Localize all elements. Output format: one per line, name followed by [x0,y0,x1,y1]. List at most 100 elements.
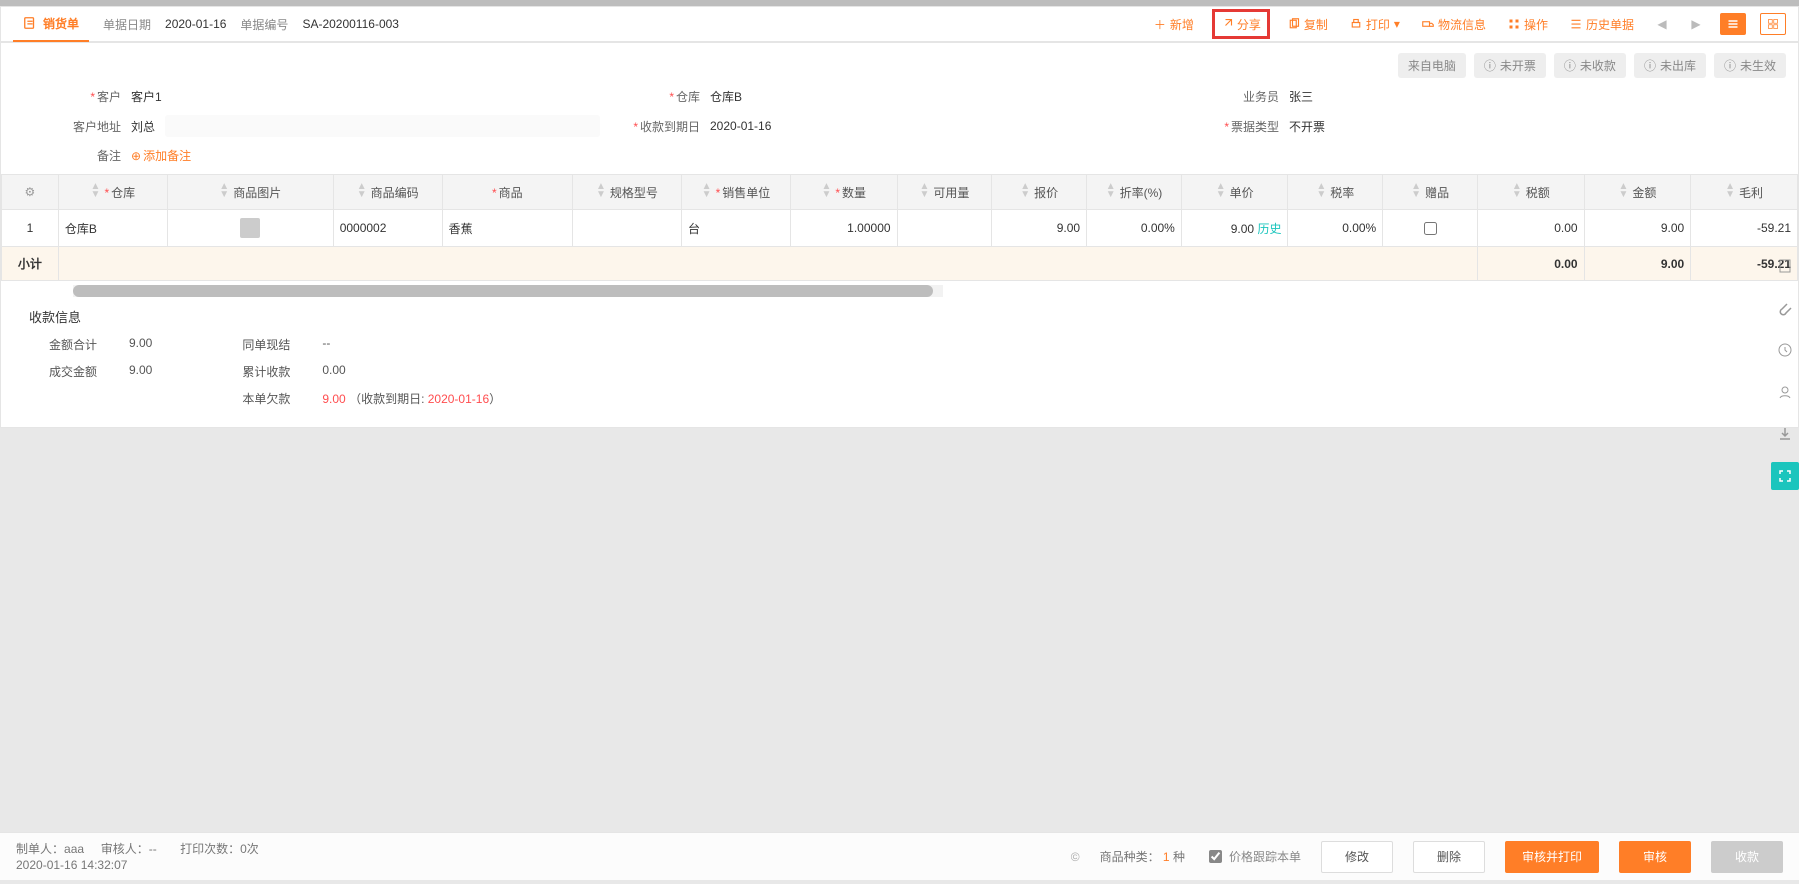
row-code: 0000002 [333,210,442,247]
rail-expand-icon[interactable] [1771,462,1799,490]
info-icon: ⓘ [1564,57,1576,74]
rail-attach-icon[interactable] [1771,294,1799,322]
creator-value: aaa [64,842,84,856]
doc-no-value: SA-20200116-003 [302,17,399,31]
delete-button[interactable]: 删除 [1413,841,1485,873]
col-tax-amount[interactable]: 税额 [1478,175,1585,210]
row-amount: 9.00 [1584,210,1691,247]
header-bar: 销货单 单据日期 2020-01-16 单据编号 SA-20200116-003… [0,6,1799,42]
field-customer: *客户 客户1 [41,88,600,105]
horizontal-scrollbar[interactable] [73,285,943,297]
sort-icon [1618,183,1628,199]
col-available[interactable]: 可用量 [897,175,992,210]
col-spec[interactable]: 规格型号 [572,175,681,210]
row-index: 1 [2,210,59,247]
col-product[interactable]: *商品 [442,175,572,210]
footer-timestamp: 2020-01-16 14:32:07 [16,857,259,873]
field-invoice-type: *票据类型 不开票 [1199,115,1758,137]
col-amount[interactable]: 金额 [1584,175,1691,210]
sort-icon [919,183,929,199]
field-warehouse: *仓库 仓库B [620,88,1179,105]
collect-button[interactable]: 收款 [1711,841,1783,873]
status-row: 来自电脑 ⓘ未开票 ⓘ未收款 ⓘ未出库 ⓘ未生效 [1,43,1798,88]
sort-icon [1316,183,1326,199]
view-list-toggle[interactable] [1720,13,1746,35]
col-tax-rate[interactable]: 税率 [1288,175,1383,210]
ops-button[interactable]: 操作 [1504,12,1552,36]
rail-note-icon[interactable] [1771,252,1799,280]
sort-icon [1106,183,1116,199]
row-price: 9.00 历史 [1181,210,1288,247]
row-discount: 0.00% [1087,210,1182,247]
deal-value: 9.00 [129,363,152,380]
payment-title: 收款信息 [1,297,1798,336]
edit-button[interactable]: 修改 [1321,841,1393,873]
share-button[interactable]: 分享 [1217,12,1265,36]
sort-icon [596,183,606,199]
subtotal-tax: 0.00 [1478,247,1585,281]
prev-button[interactable]: ◀ [1652,14,1672,34]
col-image[interactable]: 商品图片 [167,175,333,210]
status-receipt: ⓘ未收款 [1554,53,1626,78]
col-discount[interactable]: 折率(%) [1087,175,1182,210]
sort-icon [702,183,712,199]
audit-print-button[interactable]: 审核并打印 [1505,841,1599,873]
col-gear[interactable]: ⚙ [2,175,59,210]
col-quote[interactable]: 报价 [992,175,1087,210]
tab-sales-order[interactable]: 销货单 [13,6,89,42]
add-remark-button[interactable]: ⊕ 添加备注 [131,147,191,164]
col-unit[interactable]: *销售单位 [681,175,790,210]
row-product: 香蕉 [442,210,572,247]
field-remark: 备注 ⊕ 添加备注 [41,147,600,164]
table-row[interactable]: 1 仓库B 0000002 香蕉 台 1.00000 9.00 0.00% 9.… [2,210,1798,247]
doc-date-value: 2020-01-16 [165,17,226,31]
row-gift [1383,210,1478,247]
sort-icon [1216,183,1226,199]
invoice-type-value: 不开票 [1289,118,1325,135]
col-gift[interactable]: 赠品 [1383,175,1478,210]
footer-bar: 制单人：aaa 审核人：-- 打印次数：0次 2020-01-16 14:32:… [0,832,1799,880]
sort-icon [1512,183,1522,199]
tab-label: 销货单 [43,15,79,32]
view-card-toggle[interactable] [1760,13,1786,35]
rail-user-icon[interactable] [1771,378,1799,406]
rail-clock-icon[interactable] [1771,336,1799,364]
sort-icon [91,183,101,199]
row-tax-amount: 0.00 [1478,210,1585,247]
sort-icon [357,183,367,199]
print-button[interactable]: 打印 ▾ [1346,12,1404,36]
product-image-icon [240,218,260,238]
content-card: 来自电脑 ⓘ未开票 ⓘ未收款 ⓘ未出库 ⓘ未生效 *客户 客户1 *仓库 仓库B… [0,42,1799,428]
next-button[interactable]: ▶ [1686,14,1706,34]
price-history-link[interactable]: 历史 [1257,222,1281,236]
doc-date-label: 单据日期 [103,16,151,33]
new-button[interactable]: ＋ 新增 [1150,12,1198,36]
col-profit[interactable]: 毛利 [1691,175,1798,210]
field-due: *收款到期日 2020-01-16 [620,115,1179,137]
status-effect: ⓘ未生效 [1714,53,1786,78]
col-code[interactable]: 商品编码 [333,175,442,210]
history-button[interactable]: 历史单据 [1566,12,1638,36]
follow-price-checkbox[interactable]: 价格跟踪本单 [1205,847,1301,866]
row-warehouse: 仓库B [58,210,167,247]
warehouse-value: 仓库B [710,88,742,105]
row-tax-rate: 0.00% [1288,210,1383,247]
col-qty[interactable]: *数量 [790,175,897,210]
salesman-value: 张三 [1289,88,1313,105]
rail-download-icon[interactable] [1771,420,1799,448]
col-price[interactable]: 单价 [1181,175,1288,210]
sort-icon [1411,183,1421,199]
plus-circle-icon: ⊕ [131,149,141,163]
chevron-down-icon: ▾ [1394,17,1400,31]
due-value: 2020-01-16 [710,119,771,133]
gift-checkbox[interactable] [1424,222,1437,235]
copy-button[interactable]: 复制 [1284,12,1332,36]
footer-meta: 制单人：aaa 审核人：-- 打印次数：0次 2020-01-16 14:32:… [16,841,259,873]
sort-icon [1020,183,1030,199]
owe-value: 9.00 （收款到期日: 2020-01-16） [322,390,501,407]
logistics-button[interactable]: 物流信息 [1418,12,1490,36]
subtotal-label: 小计 [2,247,59,281]
settle-value: -- [322,336,330,353]
col-warehouse[interactable]: *仓库 [58,175,167,210]
audit-button[interactable]: 审核 [1619,841,1691,873]
